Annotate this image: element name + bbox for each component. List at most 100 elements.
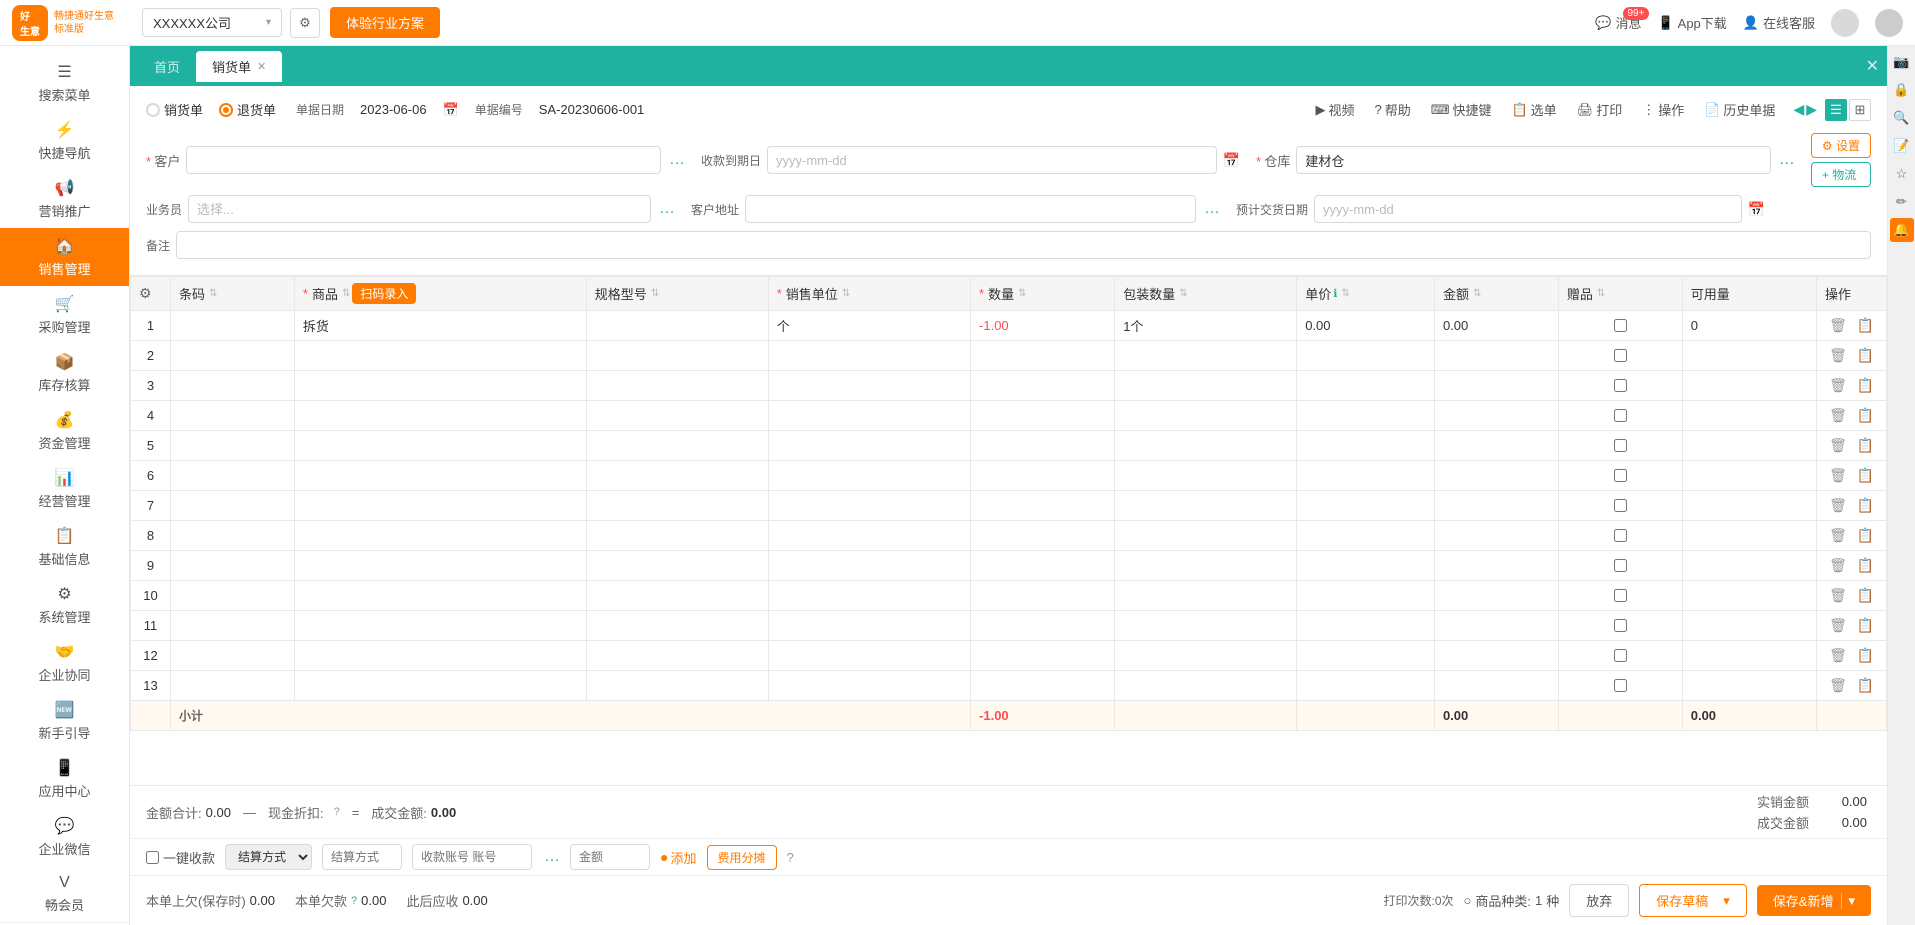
row-unit-7[interactable]	[768, 491, 970, 521]
gift-checkbox-12[interactable]	[1614, 649, 1627, 662]
copy-icon-6[interactable]: 📋	[1856, 467, 1873, 483]
copy-icon-3[interactable]: 📋	[1856, 377, 1873, 393]
customer-address-input[interactable]	[745, 195, 1196, 223]
sort-unit-icon[interactable]: ⇅	[842, 288, 850, 299]
select-btn[interactable]: 📋 选单	[1505, 98, 1562, 121]
pay-method-select[interactable]: 结算方式	[225, 844, 312, 870]
history-btn[interactable]: 📄 历史单据	[1698, 98, 1781, 121]
customer-address-ellipsis-icon[interactable]: …	[1204, 200, 1220, 218]
row-amount-9[interactable]	[1434, 551, 1558, 581]
row-gift-8[interactable]	[1558, 521, 1682, 551]
sidebar-item-purchase[interactable]: 🛒 采购管理	[0, 286, 129, 344]
copy-icon-5[interactable]: 📋	[1856, 437, 1873, 453]
copy-icon-13[interactable]: 📋	[1856, 677, 1873, 693]
row-unit-12[interactable]	[768, 641, 970, 671]
sidebar-item-finance[interactable]: 💰 资金管理	[0, 402, 129, 460]
row-barcode-2[interactable]	[171, 341, 295, 371]
delete-icon-5[interactable]: 🗑	[1829, 437, 1847, 453]
row-unit-price-10[interactable]	[1297, 581, 1435, 611]
gift-checkbox-4[interactable]	[1614, 409, 1627, 422]
gift-checkbox-13[interactable]	[1614, 679, 1627, 692]
row-unit-3[interactable]	[768, 371, 970, 401]
payment-due-input[interactable]	[767, 146, 1217, 174]
row-spec-4[interactable]	[586, 401, 768, 431]
one-click-pay[interactable]: 一键收款	[146, 848, 215, 867]
abandon-button[interactable]: 放弃	[1569, 884, 1629, 917]
row-unit-9[interactable]	[768, 551, 970, 581]
list-view-btn[interactable]: ☰	[1825, 99, 1847, 121]
arrears-info-icon[interactable]: ?	[351, 895, 357, 907]
grid-view-btn[interactable]: ⊞	[1849, 99, 1871, 121]
row-spec-1[interactable]	[586, 311, 768, 341]
sort-spec-icon[interactable]: ⇅	[651, 288, 659, 299]
sidebar-item-marketing[interactable]: 📢 营销推广	[0, 170, 129, 228]
app-download-action[interactable]: 📱 App下载	[1657, 13, 1726, 32]
tab-sales-order[interactable]: 销货单 ✕	[196, 51, 282, 82]
row-pack-qty-9[interactable]	[1115, 551, 1297, 581]
row-barcode-6[interactable]	[171, 461, 295, 491]
sort-pack-icon[interactable]: ⇅	[1179, 288, 1187, 299]
row-amount-2[interactable]	[1434, 341, 1558, 371]
sidebar-item-member[interactable]: V 畅会员	[0, 866, 129, 922]
right-panel-photo-icon[interactable]: 📷	[1890, 50, 1914, 74]
nav-prev-icon[interactable]: ◀	[1793, 101, 1804, 118]
row-spec-2[interactable]	[586, 341, 768, 371]
row-unit-5[interactable]	[768, 431, 970, 461]
sort-qty-icon[interactable]: ⇅	[1018, 288, 1026, 299]
warehouse-input[interactable]	[1296, 146, 1771, 174]
row-unit-price-9[interactable]	[1297, 551, 1435, 581]
row-product-11[interactable]	[294, 611, 586, 641]
row-product-13[interactable]	[294, 671, 586, 701]
row-qty-2[interactable]	[971, 341, 1115, 371]
row-gift-11[interactable]	[1558, 611, 1682, 641]
sort-product-icon[interactable]: ⇅	[342, 288, 350, 299]
nav-next-icon[interactable]: ▶	[1806, 101, 1817, 118]
expense-help-icon[interactable]: ?	[787, 850, 794, 865]
row-amount-3[interactable]	[1434, 371, 1558, 401]
row-product-8[interactable]	[294, 521, 586, 551]
row-barcode-8[interactable]	[171, 521, 295, 551]
row-qty-5[interactable]	[971, 431, 1115, 461]
row-pack-qty-7[interactable]	[1115, 491, 1297, 521]
sort-price-icon[interactable]: ⇅	[1341, 288, 1349, 299]
row-qty-11[interactable]	[971, 611, 1115, 641]
right-panel-star-icon[interactable]: ☆	[1890, 162, 1914, 186]
row-pack-qty-8[interactable]	[1115, 521, 1297, 551]
account-ellipsis-icon[interactable]: …	[544, 848, 560, 866]
gift-checkbox-7[interactable]	[1614, 499, 1627, 512]
row-barcode-11[interactable]	[171, 611, 295, 641]
sidebar-item-system[interactable]: ⚙ 系统管理	[0, 576, 129, 634]
sidebar-item-search[interactable]: ☰ 搜索菜单	[0, 54, 129, 112]
row-gift-10[interactable]	[1558, 581, 1682, 611]
save-new-button[interactable]: 保存&新增 ▾	[1757, 885, 1871, 916]
row-spec-7[interactable]	[586, 491, 768, 521]
delete-icon-11[interactable]: 🗑	[1829, 617, 1847, 633]
sidebar-item-guide[interactable]: 🆕 新手引导	[0, 692, 129, 750]
row-gift-1[interactable]	[1558, 311, 1682, 341]
row-pack-qty-4[interactable]	[1115, 401, 1297, 431]
delete-icon-1[interactable]: 🗑	[1829, 317, 1847, 333]
copy-icon-9[interactable]: 📋	[1856, 557, 1873, 573]
row-pack-qty-6[interactable]	[1115, 461, 1297, 491]
row-qty-13[interactable]	[971, 671, 1115, 701]
copy-icon-4[interactable]: 📋	[1856, 407, 1873, 423]
row-product-7[interactable]	[294, 491, 586, 521]
row-qty-8[interactable]	[971, 521, 1115, 551]
row-spec-13[interactable]	[586, 671, 768, 701]
sidebar-item-basics[interactable]: 📋 基础信息	[0, 518, 129, 576]
row-amount-8[interactable]	[1434, 521, 1558, 551]
row-pack-qty-1[interactable]: 1个	[1115, 311, 1297, 341]
row-gift-12[interactable]	[1558, 641, 1682, 671]
expense-button[interactable]: 费用分摊	[707, 845, 777, 870]
row-amount-12[interactable]	[1434, 641, 1558, 671]
operations-btn[interactable]: ⋮ 操作	[1636, 98, 1690, 121]
delete-icon-4[interactable]: 🗑	[1829, 407, 1847, 423]
scan-button[interactable]: 扫码录入	[352, 283, 416, 304]
delete-icon-7[interactable]: 🗑	[1829, 497, 1847, 513]
customer-input[interactable]	[186, 146, 661, 174]
row-qty-12[interactable]	[971, 641, 1115, 671]
row-qty-1[interactable]: -1.00	[971, 311, 1115, 341]
delete-icon-8[interactable]: 🗑	[1829, 527, 1847, 543]
row-unit-price-2[interactable]	[1297, 341, 1435, 371]
copy-icon-10[interactable]: 📋	[1856, 587, 1873, 603]
